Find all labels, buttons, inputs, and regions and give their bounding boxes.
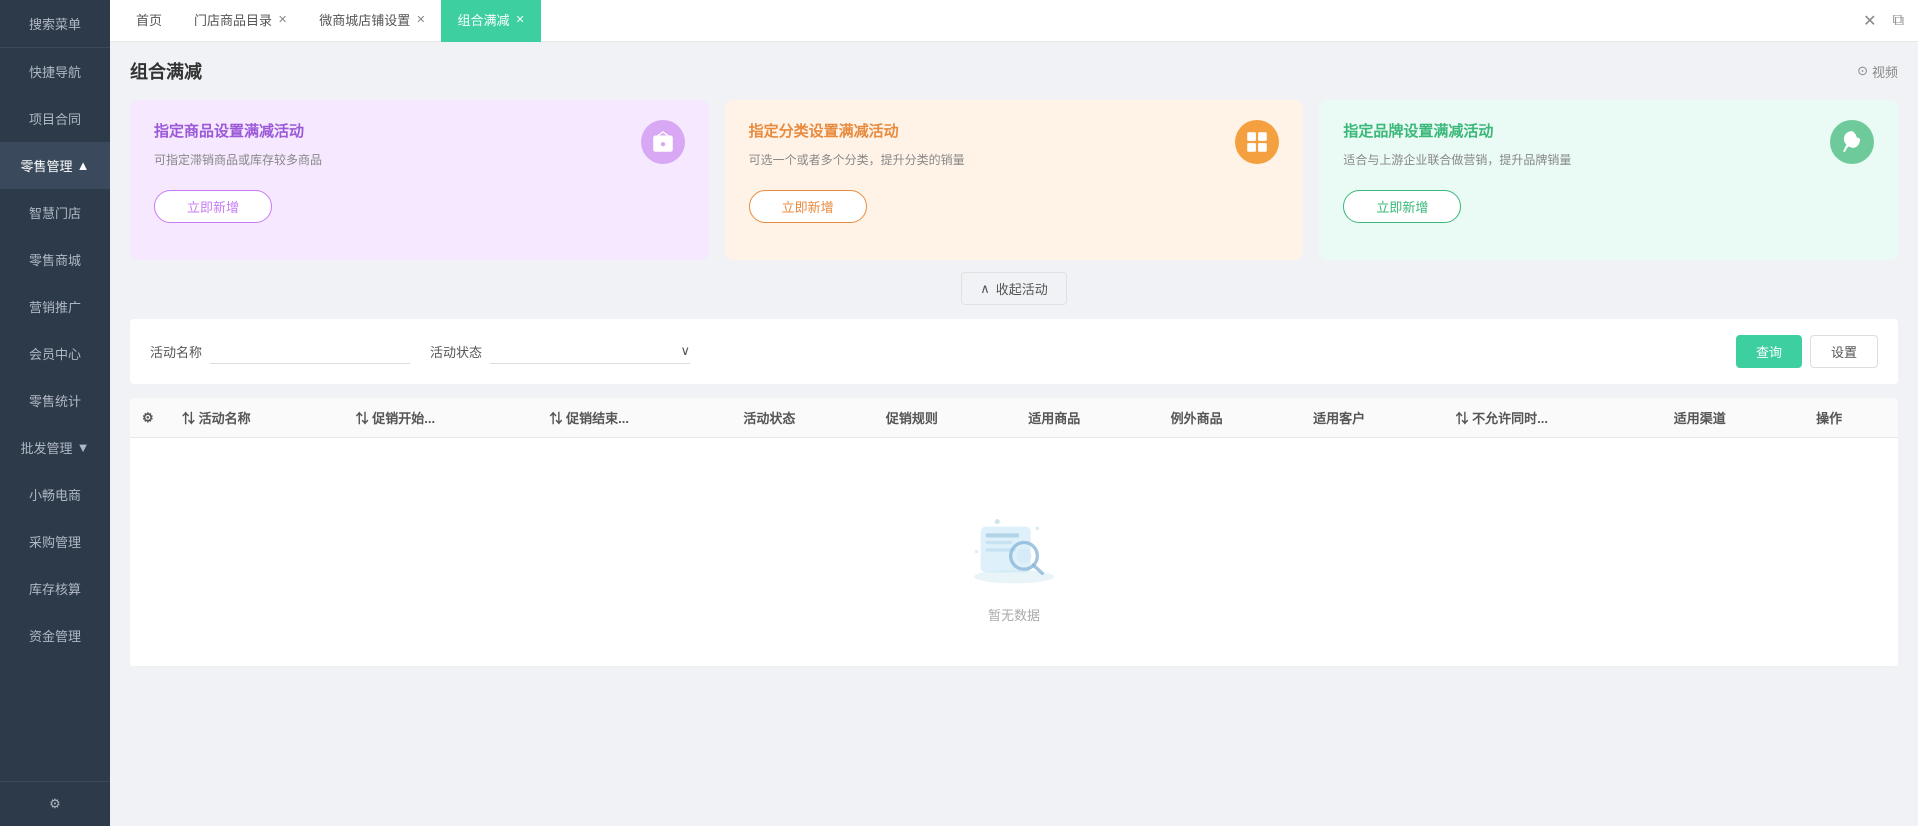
card-category-desc: 可选一个或者多个分类，提升分类的销量 xyxy=(749,151,1280,170)
card-brand: 指定品牌设置满减活动 适合与上游企业联合做营销，提升品牌销量 立即新增 xyxy=(1319,100,1898,260)
restore-window-button[interactable]: ⧉ xyxy=(1889,11,1908,31)
sidebar-item-wholesale-manage[interactable]: 批发管理 ▼ xyxy=(0,424,110,471)
activity-name-label: 活动名称 xyxy=(150,342,202,361)
table-col-promo-end[interactable]: ⇅ 促销结束... xyxy=(538,398,732,438)
cards-row: 指定商品设置满减活动 可指定滞销商品或库存较多商品 立即新增 指定分类设置满减活… xyxy=(130,100,1898,260)
sidebar-item-search-menu[interactable]: 搜索菜单 xyxy=(0,0,110,48)
filter-activity-name: 活动名称 xyxy=(150,340,410,364)
chevron-up-icon: ▲ xyxy=(77,158,90,173)
empty-state: 暂无数据 xyxy=(142,450,1886,654)
col-sort-icon: ⇅ xyxy=(550,411,563,426)
table-col-promo-rule: 促销规则 xyxy=(874,398,1016,438)
filter-activity-status: 活动状态 ∨ xyxy=(430,339,690,364)
empty-state-row: 暂无数据 xyxy=(130,438,1898,667)
table-col-operation: 操作 xyxy=(1804,398,1898,438)
page-title: 组合满减 xyxy=(130,58,202,84)
sidebar-item-smart-store[interactable]: 智慧门店 xyxy=(0,189,110,236)
sidebar-item-retail-manage[interactable]: 零售管理 ▲ xyxy=(0,142,110,189)
empty-illustration xyxy=(964,510,1064,590)
card-brand-icon xyxy=(1830,120,1874,164)
col-sort-icon: ⇅ xyxy=(1456,411,1469,426)
tab-bar: 首页 门店商品目录 ✕ 微商城店铺设置 ✕ 组合满减 ✕ ✕ ⧉ xyxy=(110,0,1918,42)
collapse-bar: ∧ 收起活动 xyxy=(130,272,1898,305)
table-col-exception-goods: 例外商品 xyxy=(1159,398,1301,438)
table-col-gear[interactable]: ⚙ xyxy=(130,398,170,438)
close-icon[interactable]: ✕ xyxy=(278,13,287,26)
play-circle-icon: ⊙ xyxy=(1857,63,1868,79)
card-category-title: 指定分类设置满减活动 xyxy=(749,120,1280,141)
card-product-icon xyxy=(641,120,685,164)
empty-text: 暂无数据 xyxy=(142,605,1886,624)
sidebar-item-inventory-calc[interactable]: 库存核算 xyxy=(0,565,110,612)
page-header: 组合满减 ⊙ 视频 xyxy=(130,58,1898,84)
card-brand-desc: 适合与上游企业联合做营销，提升品牌销量 xyxy=(1343,151,1874,170)
table-col-activity-name[interactable]: ⇅ 活动名称 xyxy=(170,398,344,438)
page-content: 组合满减 ⊙ 视频 指定商品设置满减活动 可指定滞销商品或库存较多商品 立即新增 xyxy=(110,42,1918,826)
collapse-activity-button[interactable]: ∧ 收起活动 xyxy=(961,272,1067,305)
sidebar-item-member-center[interactable]: 会员中心 xyxy=(0,330,110,377)
card-product: 指定商品设置满减活动 可指定滞销商品或库存较多商品 立即新增 xyxy=(130,100,709,260)
sidebar-item-fund-manage[interactable]: 资金管理 xyxy=(0,612,110,659)
query-button[interactable]: 查询 xyxy=(1736,335,1802,368)
card-brand-title: 指定品牌设置满减活动 xyxy=(1343,120,1874,141)
activity-status-label: 活动状态 xyxy=(430,342,482,361)
table-header-row: ⚙ ⇅ 活动名称 ⇅ 促销开始... ⇅ 促销结束... xyxy=(130,398,1898,438)
close-window-button[interactable]: ✕ xyxy=(1859,11,1880,31)
sidebar-item-retail-mall[interactable]: 零售商城 xyxy=(0,236,110,283)
tab-wechat-store-setting[interactable]: 微商城店铺设置 ✕ xyxy=(303,0,441,42)
sidebar-item-retail-stats[interactable]: 零售统计 xyxy=(0,377,110,424)
tab-combo-discount[interactable]: 组合满减 ✕ xyxy=(441,0,540,42)
table-col-applicable-channel: 适用渠道 xyxy=(1662,398,1804,438)
sidebar-item-quick-nav[interactable]: 快捷导航 xyxy=(0,48,110,95)
table-col-activity-status: 活动状态 xyxy=(731,398,873,438)
table-col-promo-start[interactable]: ⇅ 促销开始... xyxy=(344,398,538,438)
tab-store-catalog[interactable]: 门店商品目录 ✕ xyxy=(178,0,303,42)
table-col-applicable-goods: 适用商品 xyxy=(1016,398,1158,438)
setting-button[interactable]: 设置 xyxy=(1810,335,1878,368)
video-link[interactable]: ⊙ 视频 xyxy=(1857,62,1898,81)
col-sort-icon: ⇅ xyxy=(182,411,195,426)
chevron-up-icon: ∧ xyxy=(980,281,990,297)
close-icon[interactable]: ✕ xyxy=(516,13,525,26)
sidebar-item-xiaochang-ecom[interactable]: 小畅电商 xyxy=(0,471,110,518)
gear-icon: ⚙ xyxy=(142,410,154,425)
col-sort-icon: ⇅ xyxy=(356,411,369,426)
card-product-title: 指定商品设置满减活动 xyxy=(154,120,685,141)
tab-home[interactable]: 首页 xyxy=(120,0,178,42)
activity-table: ⚙ ⇅ 活动名称 ⇅ 促销开始... ⇅ 促销结束... xyxy=(130,398,1898,667)
table-container: ⚙ ⇅ 活动名称 ⇅ 促销开始... ⇅ 促销结束... xyxy=(130,398,1898,667)
chevron-down-icon: ▼ xyxy=(77,440,90,455)
tab-actions: ✕ ⧉ xyxy=(1859,11,1908,31)
chevron-down-icon: ∨ xyxy=(681,343,691,359)
card-category: 指定分类设置满减活动 可选一个或者多个分类，提升分类的销量 立即新增 xyxy=(725,100,1304,260)
card-category-add-button[interactable]: 立即新增 xyxy=(749,190,867,223)
card-product-desc: 可指定滞销商品或库存较多商品 xyxy=(154,151,685,170)
gear-icon: ⚙ xyxy=(49,796,61,811)
sidebar-item-project-contract[interactable]: 项目合同 xyxy=(0,95,110,142)
filter-bar: 活动名称 活动状态 ∨ 查询 设置 xyxy=(130,319,1898,384)
sidebar: 搜索菜单 快捷导航 项目合同 零售管理 ▲ 智慧门店 零售商城 营销推广 会员中… xyxy=(0,0,110,826)
table-body: 暂无数据 xyxy=(130,438,1898,667)
sidebar-item-purchase-manage[interactable]: 采购管理 xyxy=(0,518,110,565)
empty-state-cell: 暂无数据 xyxy=(130,438,1898,667)
filter-actions: 查询 设置 xyxy=(1736,335,1878,368)
sidebar-item-marketing[interactable]: 营销推广 xyxy=(0,283,110,330)
table-header: ⚙ ⇅ 活动名称 ⇅ 促销开始... ⇅ 促销结束... xyxy=(130,398,1898,438)
close-icon[interactable]: ✕ xyxy=(416,13,425,26)
card-brand-add-button[interactable]: 立即新增 xyxy=(1343,190,1461,223)
card-product-add-button[interactable]: 立即新增 xyxy=(154,190,272,223)
activity-status-select[interactable]: ∨ xyxy=(490,339,690,364)
sidebar-settings-button[interactable]: ⚙ xyxy=(0,781,110,826)
main-area: 首页 门店商品目录 ✕ 微商城店铺设置 ✕ 组合满减 ✕ ✕ ⧉ 组合满减 ⊙ … xyxy=(110,0,1918,826)
table-col-applicable-customer: 适用客户 xyxy=(1301,398,1443,438)
table-col-not-allow-same-time[interactable]: ⇅ 不允许同时... xyxy=(1444,398,1662,438)
activity-name-input[interactable] xyxy=(210,340,410,364)
